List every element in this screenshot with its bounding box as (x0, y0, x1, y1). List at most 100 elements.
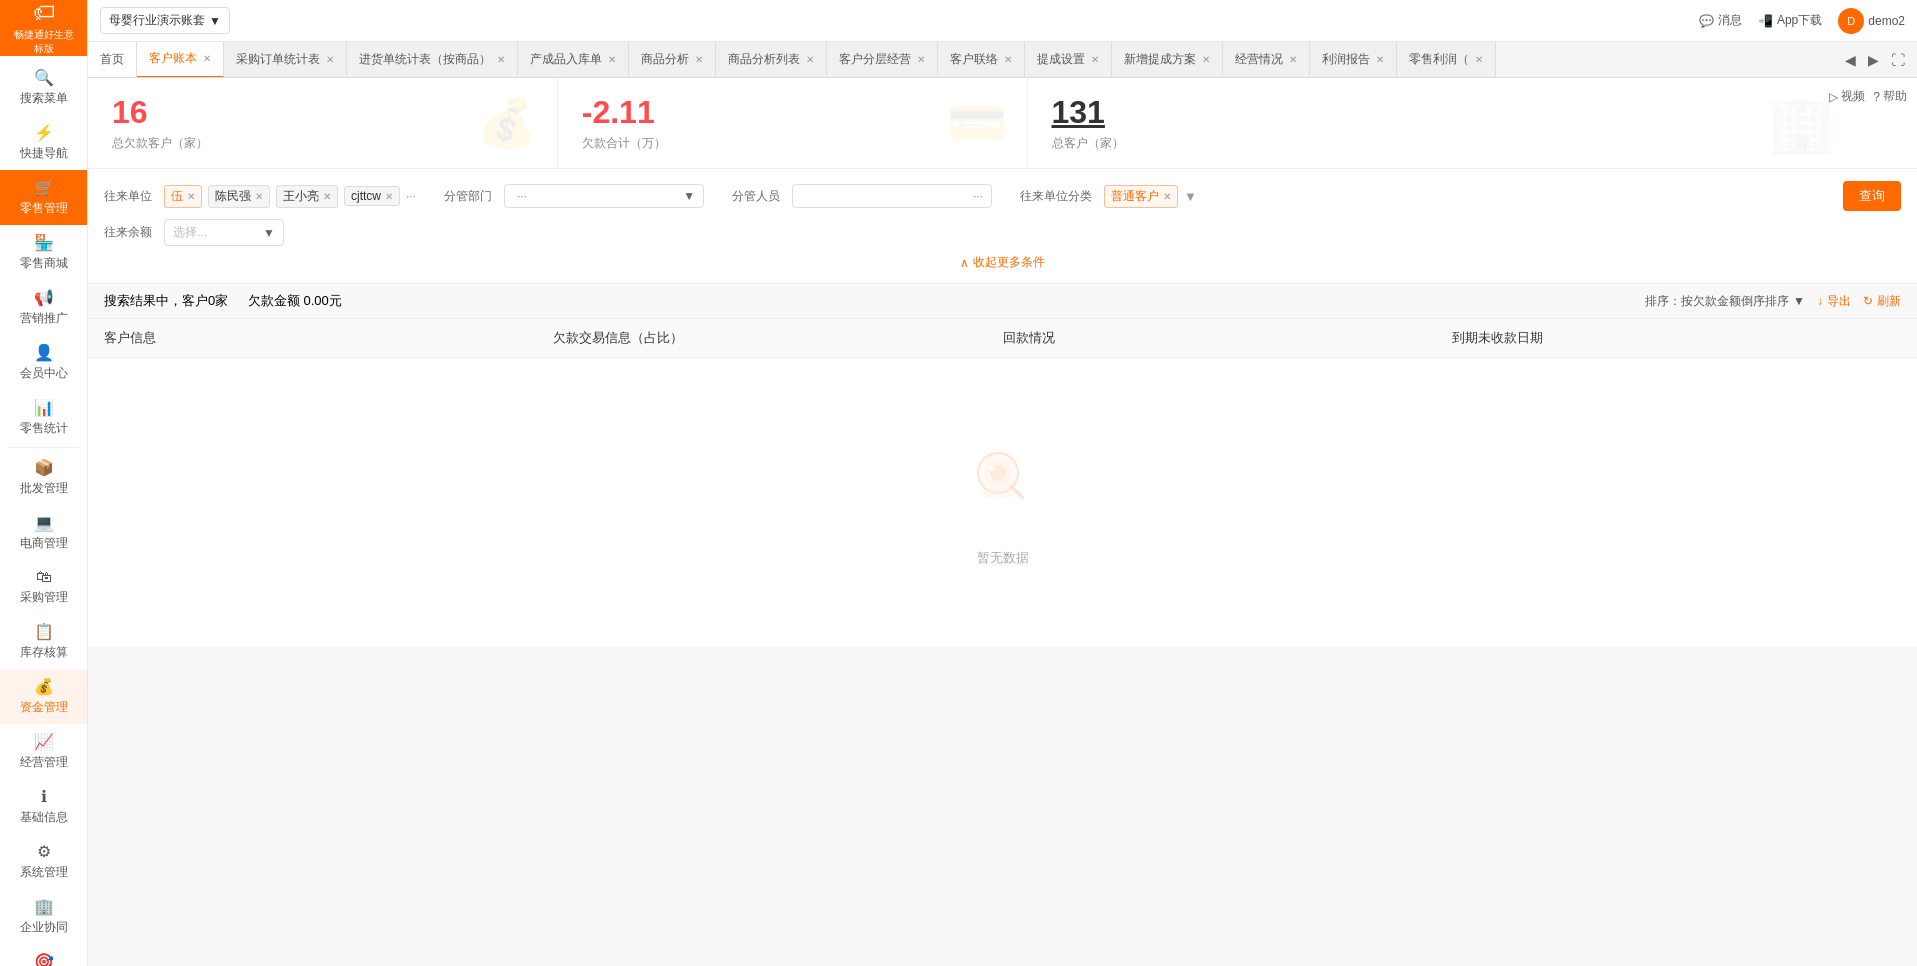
filter-tag-cjttcw-remove[interactable]: ✕ (385, 191, 393, 202)
video-action[interactable]: ▷ 视频 (1829, 88, 1865, 105)
sidebar-item-search[interactable]: 🔍 搜索菜单 (0, 60, 87, 115)
tab-retail-profit[interactable]: 零售利润（ ✕ (1397, 42, 1496, 78)
filter-more-units[interactable]: ··· (406, 189, 416, 203)
sidebar-item-system[interactable]: ⚙ 系统管理 (0, 834, 87, 889)
account-name: 母婴行业演示账套 (109, 12, 205, 29)
tab-boost-settings-close[interactable]: ✕ (1091, 54, 1099, 65)
sidebar-item-enterprise[interactable]: 🏢 企业协同 (0, 889, 87, 944)
sidebar-item-retail-stat[interactable]: 📊 零售统计 (0, 390, 87, 445)
sidebar-item-member[interactable]: 👤 会员中心 (0, 335, 87, 390)
sidebar-item-guide[interactable]: 🎯 新手引导 (0, 944, 87, 966)
sidebar-item-retail-stat-label: 零售统计 (20, 420, 68, 437)
topbar-right: 💬 消息 📲 App下载 D demo2 (1699, 8, 1905, 34)
tab-product-in[interactable]: 产成品入库单 ✕ (518, 42, 629, 78)
tab-operation-status-label: 经营情况 (1235, 51, 1283, 68)
search-button[interactable]: 查询 (1843, 181, 1901, 211)
sidebar-item-retail[interactable]: 🛒 零售管理 (0, 170, 87, 225)
tab-product-analysis-list-close[interactable]: ✕ (806, 54, 814, 65)
filter-dept-more[interactable]: ··· (517, 189, 527, 203)
user-avatar-button[interactable]: D demo2 (1838, 8, 1905, 34)
tab-expand[interactable]: ⛶ (1887, 50, 1909, 70)
ecommerce-icon: 💻 (34, 513, 54, 532)
tab-product-analysis-list[interactable]: 商品分析列表 ✕ (716, 42, 827, 78)
filter-dept-label: 分管部门 (444, 188, 492, 205)
tab-retail-profit-close[interactable]: ✕ (1475, 54, 1483, 65)
sort-label: 排序：按欠款金额倒序排序 (1645, 293, 1789, 310)
total-customers-label: 总客户（家） (1052, 135, 1124, 152)
filter-person-select[interactable]: ··· (792, 184, 992, 208)
message-button[interactable]: 💬 消息 (1699, 12, 1742, 29)
sidebar-item-inventory[interactable]: 📋 库存核算 (0, 614, 87, 669)
tab-customer-contact-close[interactable]: ✕ (1004, 54, 1012, 65)
sidebar-item-member-label: 会员中心 (20, 365, 68, 382)
filter-tag-blank[interactable]: 伍 ✕ (164, 185, 202, 208)
tab-customers-close[interactable]: ✕ (203, 53, 211, 64)
operation-icon: 📈 (34, 732, 54, 751)
sidebar-item-quick-nav-label: 快捷导航 (20, 145, 68, 162)
tab-scroll-left[interactable]: ◀ (1841, 50, 1860, 70)
tab-purchase-order-close[interactable]: ✕ (326, 54, 334, 65)
filter-tag-chenminqiang-remove[interactable]: ✕ (255, 191, 263, 202)
tab-operation-status-close[interactable]: ✕ (1289, 54, 1297, 65)
tab-boost-settings[interactable]: 提成设置 ✕ (1025, 42, 1112, 78)
tab-customers[interactable]: 客户账本 ✕ (137, 42, 224, 78)
tab-operation-status[interactable]: 经营情况 ✕ (1223, 42, 1310, 78)
tab-new-boost[interactable]: 新增提成方案 ✕ (1112, 42, 1223, 78)
sidebar-item-retail-mall[interactable]: 🏪 零售商城 (0, 225, 87, 280)
stat-card-total-customers: 🏢 131 总客户（家） ▷ 视频 ? 帮助 (1028, 78, 1918, 168)
sidebar-item-marketing[interactable]: 📢 营销推广 (0, 280, 87, 335)
filter-tag-cjttcw[interactable]: cjttcw ✕ (344, 186, 400, 206)
sort-select[interactable]: 排序：按欠款金额倒序排序 ▼ (1645, 293, 1805, 310)
filter-tag-chenminqiang[interactable]: 陈民强 ✕ (208, 185, 270, 208)
export-button[interactable]: ↓ 导出 (1817, 293, 1851, 310)
tab-product-in-close[interactable]: ✕ (608, 54, 616, 65)
filter-person-label: 分管人员 (732, 188, 780, 205)
debt-total-value: -2.11 (582, 94, 666, 131)
tab-boost-settings-label: 提成设置 (1037, 51, 1085, 68)
tab-purchase-order[interactable]: 采购订单统计表 ✕ (224, 42, 347, 78)
tab-customer-layer[interactable]: 客户分层经营 ✕ (827, 42, 938, 78)
filter-person-more[interactable]: ··· (973, 189, 983, 203)
collapse-up-icon: ∧ (960, 256, 969, 270)
tab-new-boost-close[interactable]: ✕ (1202, 54, 1210, 65)
sidebar-item-finance-label: 资金管理 (20, 699, 68, 716)
username: demo2 (1868, 14, 1905, 28)
filter-balance-select[interactable]: 选择... ▼ (164, 219, 284, 246)
app-download-label: App下载 (1777, 12, 1822, 29)
filter-tag-wangxiaoliang-remove[interactable]: ✕ (323, 191, 331, 202)
sidebar-item-quick-nav[interactable]: ⚡ 快捷导航 (0, 115, 87, 170)
tab-inventory-stat[interactable]: 进货单统计表（按商品） ✕ (347, 42, 518, 78)
account-dropdown[interactable]: 母婴行业演示账套 ▼ (100, 7, 230, 34)
tab-customer-contact[interactable]: 客户联络 ✕ (938, 42, 1025, 78)
tab-home[interactable]: 首页 (88, 42, 137, 78)
sidebar: 🏷 畅捷通好生意 标版 🔍 搜索菜单 ⚡ 快捷导航 🛒 零售管理 🏪 零售商城 … (0, 0, 88, 966)
sidebar-item-batch[interactable]: 📦 批发管理 (0, 450, 87, 505)
filter-tag-wangxiaoliang[interactable]: 王小亮 ✕ (276, 185, 338, 208)
tab-profit-report[interactable]: 利润报告 ✕ (1310, 42, 1397, 78)
tab-customer-layer-close[interactable]: ✕ (917, 54, 925, 65)
filter-balance-placeholder: 选择... (173, 224, 207, 241)
tab-profit-report-close[interactable]: ✕ (1376, 54, 1384, 65)
sidebar-item-ecommerce[interactable]: 💻 电商管理 (0, 505, 87, 560)
refresh-button[interactable]: ↻ 刷新 (1863, 293, 1901, 310)
help-action[interactable]: ? 帮助 (1873, 88, 1907, 105)
sidebar-item-operation[interactable]: 📈 经营管理 (0, 724, 87, 779)
app-download-button[interactable]: 📲 App下载 (1758, 12, 1822, 29)
collapse-button[interactable]: ∧ 收起更多条件 (960, 254, 1045, 271)
sidebar-item-basic[interactable]: ℹ 基础信息 (0, 779, 87, 834)
filter-tag-blank-remove[interactable]: ✕ (187, 191, 195, 202)
tab-product-analysis[interactable]: 商品分析 ✕ (629, 42, 716, 78)
filter-row-2: 往来余额 选择... ▼ (104, 219, 1901, 246)
filter-unit-type-tags: 普通客户 ✕ ▼ (1104, 185, 1197, 208)
sidebar-item-purchase[interactable]: 🛍 采购管理 (0, 560, 87, 614)
filter-tag-normal-remove[interactable]: ✕ (1163, 191, 1171, 202)
tab-product-analysis-close[interactable]: ✕ (695, 54, 703, 65)
app-download-icon: 📲 (1758, 14, 1773, 28)
filter-tag-normal[interactable]: 普通客户 ✕ (1104, 185, 1178, 208)
tab-inventory-stat-close[interactable]: ✕ (497, 54, 505, 65)
tab-new-boost-label: 新增提成方案 (1124, 51, 1196, 68)
filter-dept-select[interactable]: ··· ▼ (504, 184, 704, 208)
main-content: 母婴行业演示账套 ▼ 💬 消息 📲 App下载 D demo2 首页 客户账本 … (88, 0, 1917, 966)
sidebar-item-finance[interactable]: 💰 资金管理 (0, 669, 87, 724)
tab-scroll-right[interactable]: ▶ (1864, 50, 1883, 70)
